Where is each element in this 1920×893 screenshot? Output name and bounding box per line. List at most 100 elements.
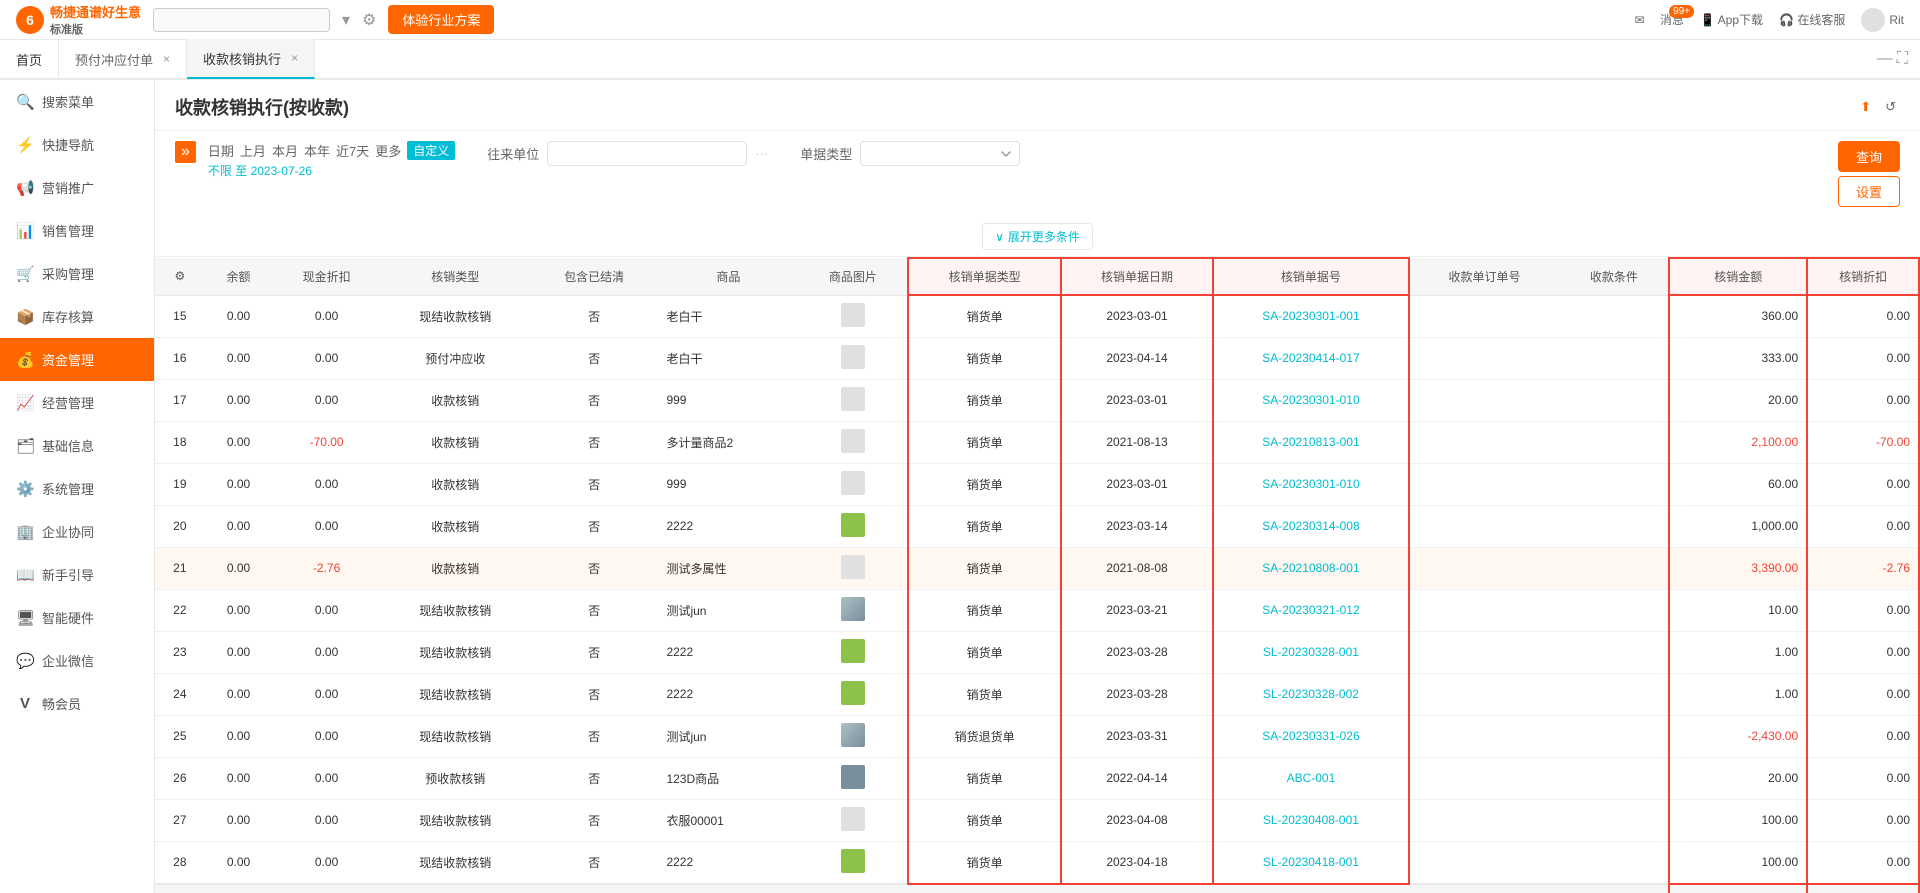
doc-no-link[interactable]: SA-20230301-001 xyxy=(1262,309,1359,323)
export-button[interactable]: ⬆ xyxy=(1860,99,1875,115)
cell-doc-type: 销货单 xyxy=(908,421,1060,463)
query-button[interactable]: 查询 xyxy=(1838,141,1900,172)
date-last-month[interactable]: 上月 xyxy=(240,141,266,160)
sidebar-item-finance[interactable]: 💰 资金管理 xyxy=(0,338,154,381)
cell-order-no xyxy=(1409,799,1560,841)
sidebar-item-sales[interactable]: 📊 销售管理 xyxy=(0,209,154,252)
sidebar-item-wechat[interactable]: 💬 企业微信 xyxy=(0,639,154,682)
gear-icon[interactable]: ⚙ xyxy=(362,10,376,30)
cell-goods-img xyxy=(798,799,908,841)
date-custom-button[interactable]: 自定义 xyxy=(407,141,455,160)
cell-cash-discount: 0.00 xyxy=(272,337,380,379)
cell-goods-img xyxy=(798,505,908,547)
cell-cash-discount: 0.00 xyxy=(272,505,380,547)
cell-verify-type: 现结收款核销 xyxy=(381,715,530,757)
cell-include-settled: 否 xyxy=(530,379,659,421)
th-gear[interactable]: ⚙ xyxy=(155,258,205,295)
sidebar-item-vip[interactable]: V 畅会员 xyxy=(0,682,154,725)
collapse-filter-button[interactable]: » xyxy=(175,141,196,163)
doc-no-link[interactable]: SA-20230414-017 xyxy=(1262,351,1359,365)
search-input[interactable] xyxy=(153,8,330,32)
doc-no-link[interactable]: SA-20210808-001 xyxy=(1262,561,1359,575)
cell-balance: 0.00 xyxy=(205,799,273,841)
sidebar-item-guide[interactable]: 📖 新手引导 xyxy=(0,553,154,596)
sidebar-item-purchase[interactable]: 🛒 采购管理 xyxy=(0,252,154,295)
cell-doc-date: 2023-03-21 xyxy=(1061,589,1213,631)
sidebar: 🔍 搜索菜单 ⚡ 快捷导航 📢 营销推广 📊 销售管理 🛒 采购管理 📦 库存核… xyxy=(0,80,155,893)
cell-pay-cond xyxy=(1559,379,1669,421)
tab-prepay[interactable]: 预付冲应付单 × xyxy=(59,39,187,79)
doc-no-link[interactable]: SA-20230321-012 xyxy=(1262,603,1359,617)
cell-cash-discount: 0.00 xyxy=(272,589,380,631)
doc-no-link[interactable]: SL-20230408-001 xyxy=(1263,813,1359,827)
cell-doc-no: SA-20230321-012 xyxy=(1213,589,1408,631)
export-icon: ⬆ xyxy=(1860,99,1871,115)
maximize-icon[interactable]: ⛶ xyxy=(1897,50,1908,68)
doc-no-link[interactable]: SA-20230301-010 xyxy=(1262,393,1359,407)
voucher-type-select[interactable] xyxy=(860,141,1020,166)
cell-doc-date: 2023-03-28 xyxy=(1061,673,1213,715)
doc-no-link[interactable]: SL-20230328-001 xyxy=(1263,645,1359,659)
cell-doc-type: 销货单 xyxy=(908,799,1060,841)
solution-button[interactable]: 体验行业方案 xyxy=(388,5,494,34)
sidebar-item-enterprise[interactable]: 🏢 企业协同 xyxy=(0,510,154,553)
doc-no-link[interactable]: SA-20230331-026 xyxy=(1262,729,1359,743)
expand-more-button[interactable]: ∨ 展开更多条件 xyxy=(982,223,1093,250)
tab-home[interactable]: 首页 xyxy=(0,39,59,79)
table-footer-row: 40,556,66... 952.24 xyxy=(155,884,1919,893)
date-7days[interactable]: 近7天 xyxy=(336,141,369,160)
doc-no-link[interactable]: SA-20230314-008 xyxy=(1262,519,1359,533)
sidebar-item-inventory[interactable]: 📦 库存核算 xyxy=(0,295,154,338)
cell-order-no xyxy=(1409,505,1560,547)
doc-no-link[interactable]: SL-20230418-001 xyxy=(1263,855,1359,869)
cell-verify-disc: 0.00 xyxy=(1807,715,1919,757)
wechat-icon: 💬 xyxy=(16,652,34,670)
table-area[interactable]: ⚙ 余额 现金折扣 核销类型 包含已结清 商品 商品图片 核销单据类型 核销单据… xyxy=(155,257,1920,893)
sidebar-item-system[interactable]: ⚙️ 系统管理 xyxy=(0,467,154,510)
settings-button[interactable]: 设置 xyxy=(1838,176,1900,207)
tab-verify[interactable]: 收款核销执行 × xyxy=(187,39,315,79)
cell-goods-img xyxy=(798,757,908,799)
table-row: 21 0.00 -2.76 收款核销 否 测试多属性 销货单 2021-08-0… xyxy=(155,547,1919,589)
date-more[interactable]: 更多 xyxy=(375,141,401,160)
cell-doc-no: SA-20230301-001 xyxy=(1213,295,1408,337)
vip-icon: V xyxy=(16,695,34,712)
doc-no-link[interactable]: SL-20230328-002 xyxy=(1263,687,1359,701)
th-cash-discount: 现金折扣 xyxy=(272,258,380,295)
cell-include-settled: 否 xyxy=(530,463,659,505)
chevron-down-icon[interactable]: ▾ xyxy=(342,10,350,30)
doc-no-link[interactable]: SA-20230301-010 xyxy=(1262,477,1359,491)
minimize-icon[interactable]: — xyxy=(1877,50,1893,68)
cell-no: 15 xyxy=(155,295,205,337)
message-button[interactable]: ✉ 99+ 消息 xyxy=(1635,11,1684,28)
cell-verify-type: 现结收款核销 xyxy=(381,841,530,884)
cell-cash-discount: 0.00 xyxy=(272,631,380,673)
sidebar-item-quick-nav[interactable]: ⚡ 快捷导航 xyxy=(0,123,154,166)
user-info[interactable]: Rit xyxy=(1861,8,1904,32)
sidebar-item-management[interactable]: 📈 经营管理 xyxy=(0,381,154,424)
sidebar-item-hardware[interactable]: 🖥 智能硬件 xyxy=(0,596,154,639)
cell-verify-amt: 3,390.00 xyxy=(1669,547,1807,589)
app-download-button[interactable]: 📱 App下载 xyxy=(1700,11,1763,28)
cell-verify-disc: 0.00 xyxy=(1807,505,1919,547)
doc-no-link[interactable]: ABC-001 xyxy=(1287,771,1336,785)
doc-no-link[interactable]: SA-20210813-001 xyxy=(1262,435,1359,449)
cell-doc-type: 销货单 xyxy=(908,463,1060,505)
sidebar-item-marketing[interactable]: 📢 营销推广 xyxy=(0,166,154,209)
date-this-year[interactable]: 本年 xyxy=(304,141,330,160)
cell-goods-img xyxy=(798,631,908,673)
cell-order-no xyxy=(1409,547,1560,589)
refresh-icon: ↺ xyxy=(1885,99,1896,115)
partner-input[interactable] xyxy=(547,141,747,166)
close-prepay-icon[interactable]: × xyxy=(163,52,170,66)
partner-more-icon[interactable]: ··· xyxy=(755,146,768,161)
close-verify-icon[interactable]: × xyxy=(291,51,298,65)
sidebar-item-basic-info[interactable]: 🗂 基础信息 xyxy=(0,424,154,467)
cell-verify-disc: 0.00 xyxy=(1807,841,1919,884)
date-this-month[interactable]: 本月 xyxy=(272,141,298,160)
th-verify-disc: 核销折扣 xyxy=(1807,258,1919,295)
customer-service-button[interactable]: 🎧 在线客服 xyxy=(1779,11,1845,28)
cell-verify-disc: 0.00 xyxy=(1807,799,1919,841)
sidebar-item-search[interactable]: 🔍 搜索菜单 xyxy=(0,80,154,123)
refresh-button[interactable]: ↺ xyxy=(1885,99,1900,115)
